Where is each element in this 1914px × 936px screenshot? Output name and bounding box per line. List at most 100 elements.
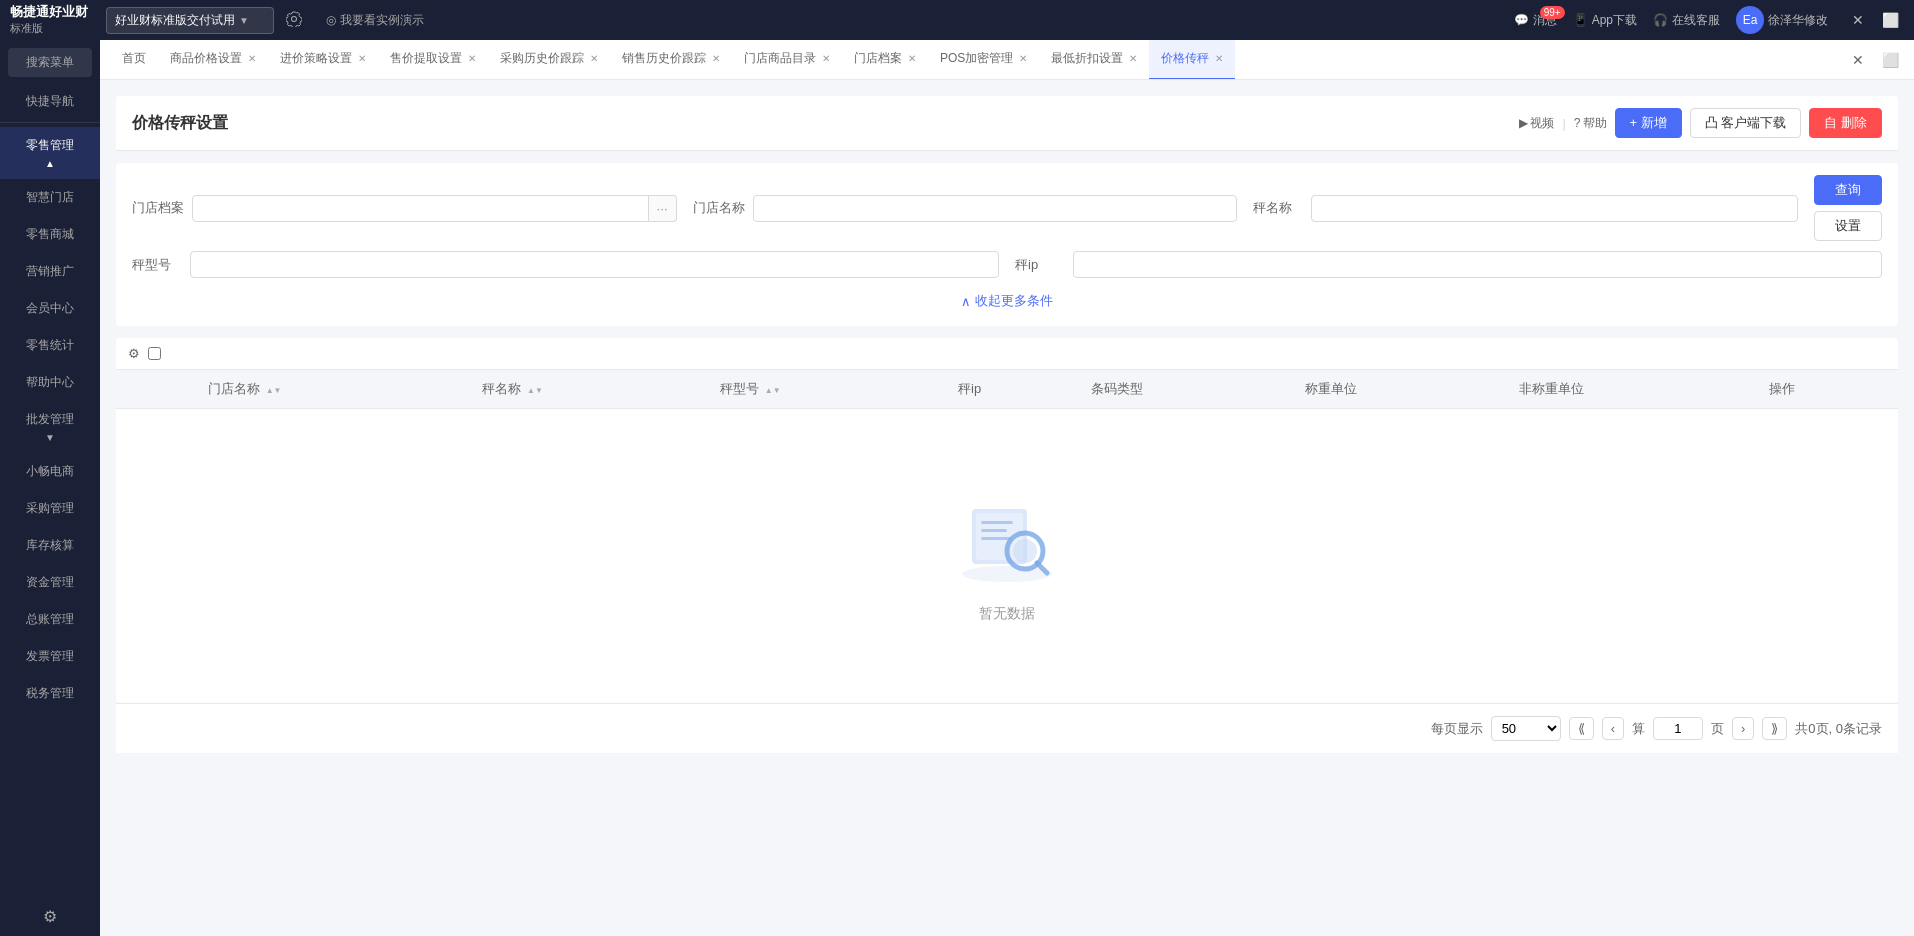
filter-scale-model: 秤型号 [132,251,999,278]
empty-icon [947,489,1067,589]
sidebar-bottom: ⚙ [0,897,100,936]
tab-bar-expand-btn[interactable]: ⬜ [1876,46,1904,74]
tab-pos-management[interactable]: POS加密管理 ✕ [928,40,1039,80]
scale-name-input[interactable] [1311,195,1798,222]
tab-commodity-price[interactable]: 商品价格设置 ✕ [158,40,268,80]
help-link[interactable]: ? 帮助 [1574,115,1607,132]
version-selector[interactable]: 好业财标准版交付试用 ▼ [106,7,274,34]
online-service-btn[interactable]: 🎧 在线客服 [1653,12,1720,29]
tab-store-archive[interactable]: 门店档案 ✕ [842,40,928,80]
next-page-btn[interactable]: › [1732,717,1754,740]
tab-purchase-history[interactable]: 采购历史价跟踪 ✕ [488,40,610,80]
th-scale-name[interactable]: 秤名称 ▲▼ [470,370,708,409]
th-non-weight-unit-label: 非称重单位 [1519,381,1584,396]
th-scale-name-label: 秤名称 [482,381,521,396]
tab-purchase-strategy[interactable]: 进价策略设置 ✕ [268,40,378,80]
last-page-btn[interactable]: ⟫ [1762,717,1787,740]
sidebar-item-help-center[interactable]: 帮助中心 [0,364,100,401]
user-area[interactable]: Ea 徐泽华修改 [1736,6,1828,34]
first-page-btn[interactable]: ⟪ [1569,717,1594,740]
tab-store-catalog-close[interactable]: ✕ [822,53,830,64]
prev-page-btn[interactable]: ‹ [1602,717,1624,740]
sidebar-item-wholesale[interactable]: 批发管理 ▼ [0,401,100,453]
tab-store-archive-close[interactable]: ✕ [908,53,916,64]
th-barcode-type-label: 条码类型 [1091,381,1143,396]
tab-home[interactable]: 首页 [110,40,158,80]
settings-gear-btn[interactable]: ⚙ [8,907,92,926]
sidebar-divider-1 [0,122,100,123]
tab-pos-management-close[interactable]: ✕ [1019,53,1027,64]
sort-arrows-scale-model: ▲▼ [765,386,781,395]
chevron-up-icon: ∧ [961,294,971,309]
tab-purchase-history-close[interactable]: ✕ [590,53,598,64]
main-area: 搜索菜单 快捷导航 零售管理 ▲ 智慧门店 零售商城 营销推广 会员中心 零售 [0,40,1914,936]
th-store-name[interactable]: 门店名称 ▲▼ [196,370,470,409]
tab-selling-price[interactable]: 售价提取设置 ✕ [378,40,488,80]
sidebar-item-ecommerce[interactable]: 小畅电商 [0,453,100,490]
search-menu-btn[interactable]: 搜索菜单 [8,48,92,77]
collapse-filter-btn[interactable]: ∧ 收起更多条件 [132,288,1882,314]
tab-min-discount-close[interactable]: ✕ [1129,53,1137,64]
sidebar-item-marketing[interactable]: 营销推广 [0,253,100,290]
store-archive-input-group: ··· [192,195,677,222]
add-btn[interactable]: + 新增 [1615,108,1682,138]
settings-filter-btn[interactable]: 设置 [1814,211,1882,241]
sidebar-item-purchase[interactable]: 采购管理 [0,490,100,527]
tab-sales-history-close[interactable]: ✕ [712,53,720,64]
th-scale-ip-label: 秤ip [958,381,981,396]
scale-ip-input[interactable] [1073,251,1882,278]
sidebar-item-smart-store[interactable]: 智慧门店 [0,179,100,216]
table-settings-icon[interactable]: ⚙ [128,346,140,361]
filter-store-archive: 门店档案 ··· [132,195,677,222]
sidebar-item-retail-mall[interactable]: 零售商城 [0,216,100,253]
video-link[interactable]: ▶ 视频 [1519,115,1554,132]
per-page-label: 每页显示 [1431,720,1483,738]
scale-model-label: 秤型号 [132,256,182,274]
sidebar-item-finance-label: 资金管理 [26,574,74,591]
quick-nav-btn[interactable]: 快捷导航 [0,85,100,118]
close-window-btn[interactable]: ✕ [1844,6,1872,34]
download-btn[interactable]: 凸 客户端下载 [1690,108,1802,138]
tab-selling-price-label: 售价提取设置 [390,50,462,67]
per-page-select[interactable]: 10 20 50 100 [1491,716,1561,741]
tab-price-scale-close[interactable]: ✕ [1215,53,1223,64]
data-table: 门店名称 ▲▼ 秤名称 ▲▼ 秤型号 ▲▼ [116,370,1898,703]
th-scale-model[interactable]: 秤型号 ▲▼ [708,370,946,409]
query-btn[interactable]: 查询 [1814,175,1882,205]
settings-icon-btn[interactable] [286,11,302,30]
delete-btn[interactable]: 自 删除 [1809,108,1882,138]
tab-min-discount[interactable]: 最低折扣设置 ✕ [1039,40,1149,80]
sidebar-item-retail-stats[interactable]: 零售统计 [0,327,100,364]
th-scale-model-label: 秤型号 [720,381,759,396]
demo-btn[interactable]: ◎ 我要看实例演示 [326,12,424,29]
select-all-checkbox[interactable] [148,347,161,360]
tab-store-catalog[interactable]: 门店商品目录 ✕ [732,40,842,80]
sidebar-item-retail[interactable]: 零售管理 ▲ [0,127,100,179]
sidebar-item-member[interactable]: 会员中心 [0,290,100,327]
store-archive-picker-btn[interactable]: ··· [649,195,677,222]
table-header-bar: ⚙ [116,338,1898,370]
app-download-btn[interactable]: 📱 App下载 [1573,12,1637,29]
sidebar-item-invoice[interactable]: 发票管理 [0,638,100,675]
tab-sales-history[interactable]: 销售历史价跟踪 ✕ [610,40,732,80]
tab-price-scale-label: 价格传秤 [1161,50,1209,67]
store-name-input[interactable] [753,195,1238,222]
messages-btn[interactable]: 💬 消息 99+ [1514,12,1557,29]
sidebar-item-inventory[interactable]: 库存核算 [0,527,100,564]
tab-bar-close-btn[interactable]: ✕ [1844,46,1872,74]
sidebar-item-general-ledger[interactable]: 总账管理 [0,601,100,638]
tab-price-scale[interactable]: 价格传秤 ✕ [1149,40,1235,80]
page-number-input[interactable] [1653,717,1703,740]
th-barcode-type: 条码类型 [1079,370,1293,409]
scale-model-input[interactable] [190,251,999,278]
filter-area: 门店档案 ··· 门店名称 秤名称 [116,163,1898,326]
play-icon: ▶ [1519,116,1528,130]
sidebar-item-finance[interactable]: 资金管理 [0,564,100,601]
maximize-window-btn[interactable]: ⬜ [1876,6,1904,34]
version-label: 好业财标准版交付试用 [115,12,235,29]
tab-purchase-strategy-close[interactable]: ✕ [358,53,366,64]
sidebar-item-tax[interactable]: 税务管理 [0,675,100,712]
tab-commodity-price-close[interactable]: ✕ [248,53,256,64]
store-archive-input[interactable] [192,195,649,222]
tab-selling-price-close[interactable]: ✕ [468,53,476,64]
